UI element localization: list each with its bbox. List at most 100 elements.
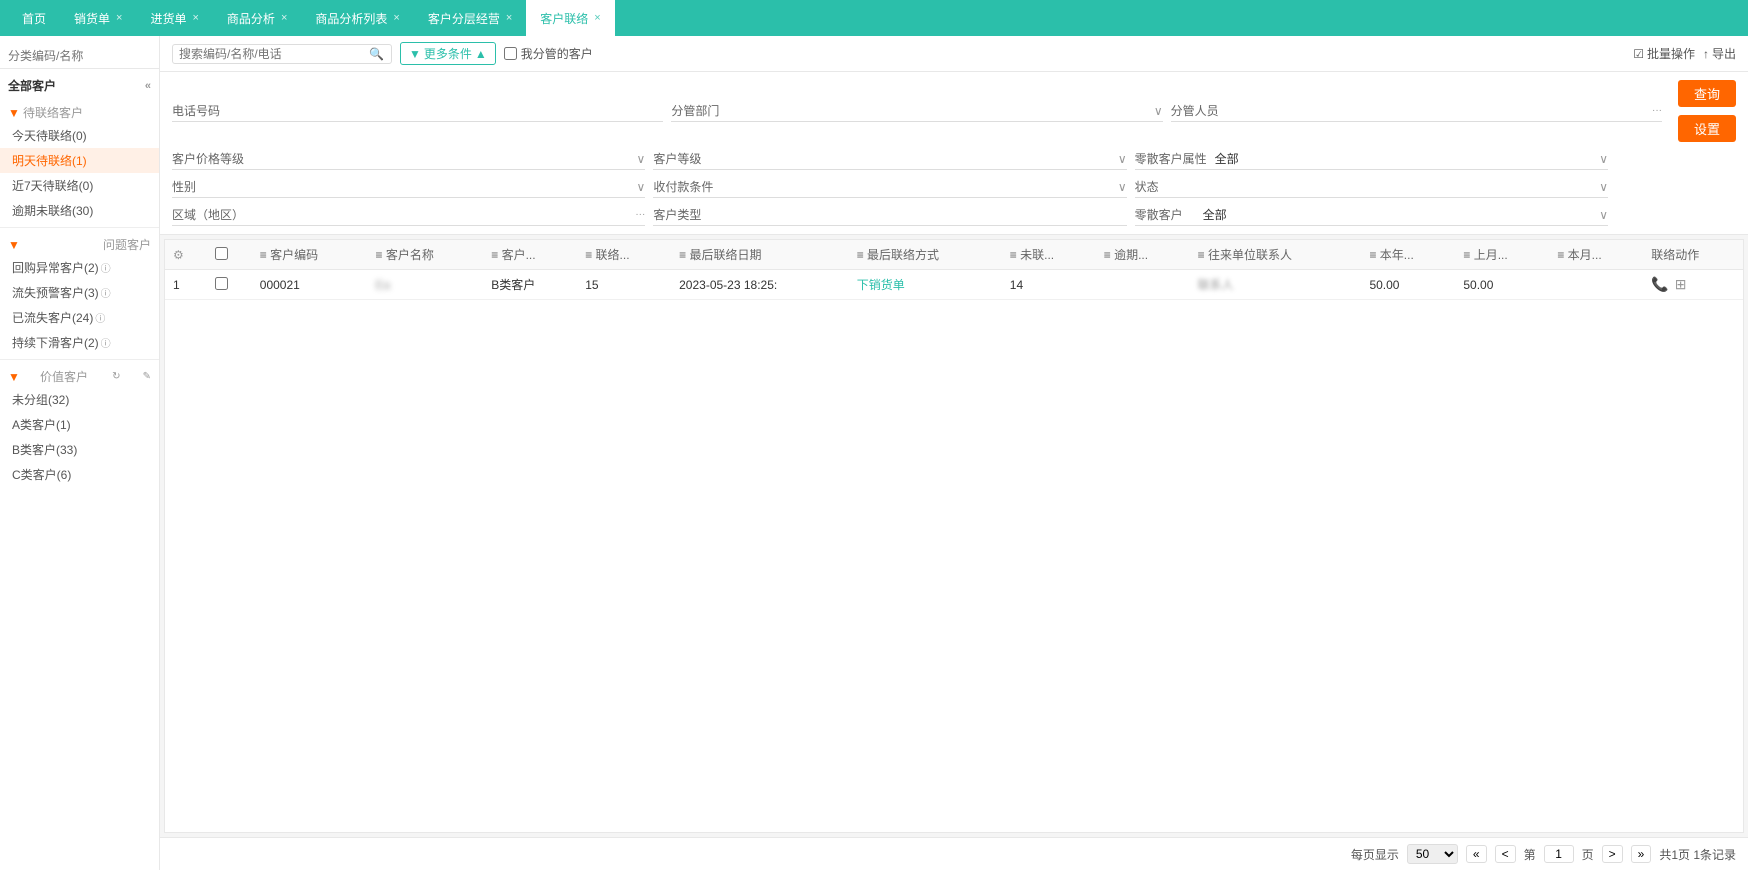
filter-status[interactable]: 状态 ∨ <box>1135 176 1608 198</box>
filter-customer-type[interactable]: 客户类型 <box>653 204 1126 226</box>
collapse-icon: « <box>145 80 151 92</box>
nav-sales-order[interactable]: 销货单 × <box>60 0 136 36</box>
close-customer-contact-icon[interactable]: × <box>594 12 600 24</box>
my-customers-checkbox-label[interactable]: 我分管的客户 <box>504 45 593 62</box>
col-last-month: ≡ 上月... <box>1455 240 1549 270</box>
sidebar-item-7day-pending[interactable]: 近7天待联络(0) <box>0 173 159 198</box>
filter-area: 区域（地区） ··· <box>172 204 645 226</box>
filter-more-btn[interactable]: ▼ 更多条件 ▲ <box>400 42 496 65</box>
col-checkbox <box>207 240 252 270</box>
close-sales-order-icon[interactable]: × <box>116 12 122 24</box>
row-code: 000021 <box>252 270 368 300</box>
pending-contact-section-title: ▼ 待联络客户 <box>0 98 159 123</box>
info-icon-1: ⓘ <box>101 285 111 300</box>
row-contact: 15 <box>577 270 671 300</box>
search-icon[interactable]: 🔍 <box>369 47 384 61</box>
nav-purchase-order[interactable]: 进货单 × <box>136 0 212 36</box>
sidebar-item-class-b[interactable]: B类客户(33) <box>0 437 159 462</box>
prev-page-btn[interactable]: < <box>1495 845 1516 863</box>
sidebar-item-churn-warning[interactable]: 流失预警客户(3) ⓘ <box>0 280 159 305</box>
info-icon-0: ⓘ <box>101 260 111 275</box>
dept-dropdown-icon: ∨ <box>1154 104 1163 118</box>
all-customers-header[interactable]: 全部客户 « <box>0 73 159 98</box>
row-action: 📞 ⊞ <box>1643 270 1743 300</box>
filter-row-1: 电话号码 分管部门 ∨ 分管人员 ··· 查询 设置 <box>172 80 1736 142</box>
search-bar-right: ☑ 批量操作 ↑ 导出 <box>1633 45 1736 62</box>
info-icon-2: ⓘ <box>95 310 105 325</box>
close-customer-layering-icon[interactable]: × <box>506 12 512 24</box>
refresh-value-icon[interactable]: ↻ <box>112 371 120 382</box>
row-last-contact-method[interactable]: 下销货单 <box>849 270 1002 300</box>
filter-gender[interactable]: 性别 ∨ <box>172 176 645 198</box>
row-checkbox[interactable] <box>207 270 252 300</box>
page-size-select[interactable]: 50 100 <box>1407 844 1458 864</box>
next-page-btn[interactable]: > <box>1602 845 1623 863</box>
sidebar-item-declining[interactable]: 持续下滑客户(2) ⓘ <box>0 330 159 355</box>
row-category: B类客户 <box>483 270 577 300</box>
col-this-year: ≡ 本年... <box>1361 240 1455 270</box>
area-more-icon[interactable]: ··· <box>635 209 645 220</box>
export-btn[interactable]: ↑ 导出 <box>1703 45 1736 62</box>
nav-customer-layering[interactable]: 客户分层经营 × <box>414 0 526 36</box>
first-page-btn[interactable]: « <box>1466 845 1487 863</box>
action-grid-icon[interactable]: ⊞ <box>1675 276 1687 293</box>
close-purchase-order-icon[interactable]: × <box>192 12 198 24</box>
sidebar-item-tomorrow-pending[interactable]: 明天待联络(1) <box>0 148 159 173</box>
col-company-contact: ≡ 往来单位联系人 <box>1190 240 1362 270</box>
nav-product-analysis-list[interactable]: 商品分析列表 × <box>301 0 413 36</box>
settings-button[interactable]: 设置 <box>1678 115 1736 142</box>
col-overdue: ≡ 逾期... <box>1096 240 1190 270</box>
filter-retail-customer[interactable]: 零散客户 全部 ∨ <box>1135 204 1608 226</box>
filter-payment[interactable]: 收付款条件 ∨ <box>653 176 1126 198</box>
sidebar-item-today-pending[interactable]: 今天待联络(0) <box>0 123 159 148</box>
row-name: Ea <box>368 270 484 300</box>
chevron-up-icon: ▲ <box>475 47 487 61</box>
col-uncontacted: ≡ 未联... <box>1002 240 1096 270</box>
last-contact-method-link[interactable]: 下销货单 <box>857 278 905 292</box>
table-header-row: ⚙ ≡ 客户编码 ≡ 客户名称 ≡ 客户... ≡ 联络... ≡ 最后联络日期… <box>165 240 1743 270</box>
edit-value-icon[interactable]: ✎ <box>143 371 151 382</box>
filter-row-3: 性别 ∨ 收付款条件 ∨ 状态 ∨ <box>172 176 1736 198</box>
gender-dropdown-icon: ∨ <box>637 180 646 194</box>
sidebar-search-input[interactable] <box>8 49 160 63</box>
close-product-analysis-list-icon[interactable]: × <box>393 12 399 24</box>
sidebar: 🔍 全部客户 « ▼ 待联络客户 今天待联络(0) 明天待联络(1) 近7天待联… <box>0 36 160 870</box>
pagination: 每页显示 50 100 « < 第 页 > » 共1页 1条记录 <box>160 837 1748 870</box>
search-input[interactable] <box>179 47 369 61</box>
gear-icon[interactable]: ⚙ <box>173 248 184 262</box>
nav-home[interactable]: 首页 <box>8 0 60 36</box>
row-select-checkbox[interactable] <box>215 277 228 290</box>
row-last-contact-date: 2023-05-23 18:25: <box>671 270 849 300</box>
person-more-icon[interactable]: ··· <box>1652 105 1662 116</box>
select-all-checkbox[interactable] <box>215 247 228 260</box>
page-number-input[interactable] <box>1544 845 1574 863</box>
filter-actions: 查询 设置 <box>1678 80 1736 142</box>
sidebar-item-repurchase-abnormal[interactable]: 回购异常客户(2) ⓘ <box>0 255 159 280</box>
filter-phone: 电话号码 <box>172 100 663 122</box>
info-icon-3: ⓘ <box>101 335 111 350</box>
nav-product-analysis[interactable]: 商品分析 × <box>213 0 301 36</box>
table-row: 1 000021 Ea B类客户 15 2023-05-23 18:25: 下销… <box>165 270 1743 300</box>
filter-dept[interactable]: 分管部门 ∨ <box>671 100 1162 122</box>
col-contact: ≡ 联络... <box>577 240 671 270</box>
sidebar-item-overdue-pending[interactable]: 逾期未联络(30) <box>0 198 159 223</box>
col-category: ≡ 客户... <box>483 240 577 270</box>
filter-row-2: 客户价格等级 ∨ 客户等级 ∨ 零散客户属性 全部 ∨ <box>172 148 1736 170</box>
col-settings[interactable]: ⚙ <box>165 240 207 270</box>
filter-customer-value[interactable]: 客户价格等级 ∨ <box>172 148 645 170</box>
batch-operations-btn[interactable]: ☑ 批量操作 <box>1633 45 1695 62</box>
query-button[interactable]: 查询 <box>1678 80 1736 107</box>
sidebar-item-ungrouped[interactable]: 未分组(32) <box>0 387 159 412</box>
col-action: 联络动作 <box>1643 240 1743 270</box>
filter-retail-attr[interactable]: 零散客户属性 全部 ∨ <box>1135 148 1608 170</box>
col-code: ≡ 客户编码 <box>252 240 368 270</box>
my-customers-checkbox[interactable] <box>504 47 517 60</box>
sidebar-item-churned[interactable]: 已流失客户(24) ⓘ <box>0 305 159 330</box>
last-page-btn[interactable]: » <box>1631 845 1652 863</box>
nav-customer-contact[interactable]: 客户联络 × <box>526 0 614 36</box>
sidebar-item-class-a[interactable]: A类客户(1) <box>0 412 159 437</box>
filter-customer-grade[interactable]: 客户等级 ∨ <box>653 148 1126 170</box>
action-phone-icon[interactable]: 📞 <box>1651 276 1668 293</box>
sidebar-item-class-c[interactable]: C类客户(6) <box>0 462 159 487</box>
close-product-analysis-icon[interactable]: × <box>281 12 287 24</box>
